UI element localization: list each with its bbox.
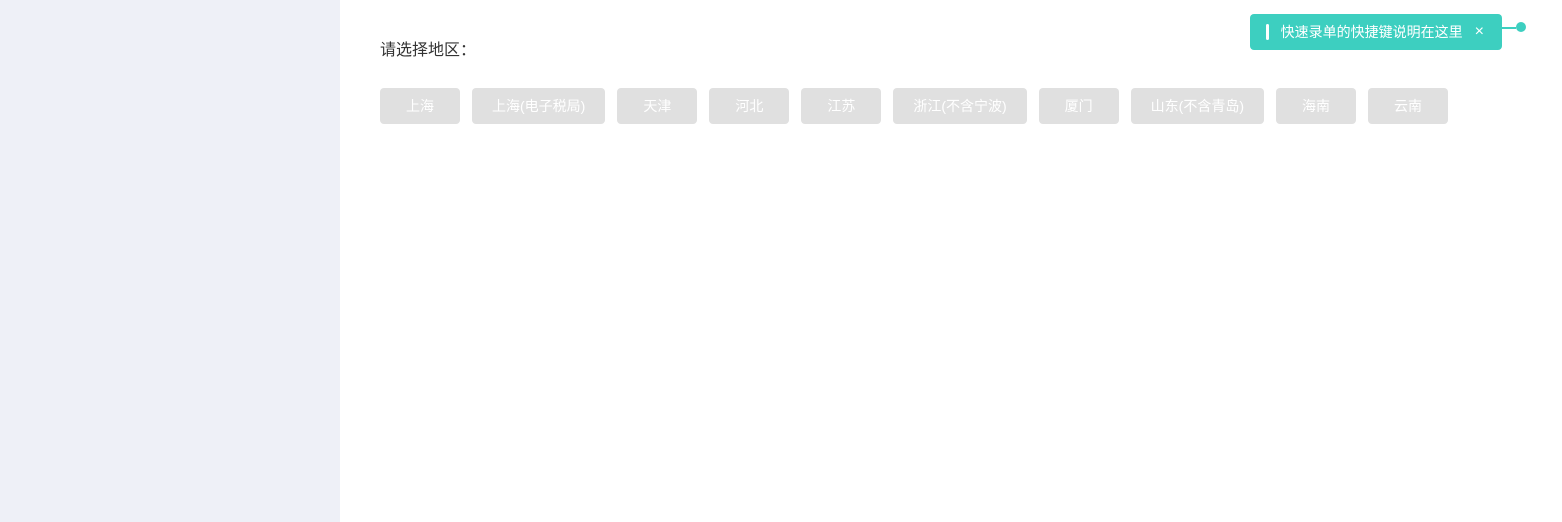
tooltip-connector-line <box>1500 27 1516 29</box>
region-button-9[interactable]: 云南 <box>1368 88 1448 124</box>
region-button-5[interactable]: 浙江(不含宁波) <box>893 88 1026 124</box>
region-buttons: 上海上海(电子税局) 天津河北江苏浙江(不含宁波) 厦门山东(不含青岛) 海南云南 <box>380 88 1522 124</box>
region-button-8[interactable]: 海南 <box>1276 88 1356 124</box>
main-content: 请选择地区： 上海上海(电子税局)天津河北江苏浙江(不含宁波)厦门山东(不含青岛… <box>340 0 1562 522</box>
region-button-2[interactable]: 天津 <box>617 88 697 124</box>
tooltip-close-button[interactable]: × <box>1473 24 1486 40</box>
tooltip-connector-dot <box>1516 22 1526 32</box>
region-button-6[interactable]: 厦门 <box>1039 88 1119 124</box>
region-button-4[interactable]: 江苏 <box>801 88 881 124</box>
tooltip-text: 快速录单的快捷键说明在这里 <box>1281 22 1463 42</box>
region-button-0[interactable]: 上海 <box>380 88 460 124</box>
tooltip-banner: 快速录单的快捷键说明在这里 × <box>1250 14 1502 50</box>
sidebar <box>0 0 340 522</box>
region-button-3[interactable]: 河北 <box>709 88 789 124</box>
region-button-7[interactable]: 山东(不含青岛) <box>1131 88 1264 124</box>
region-button-1[interactable]: 上海(电子税局) <box>472 88 605 124</box>
